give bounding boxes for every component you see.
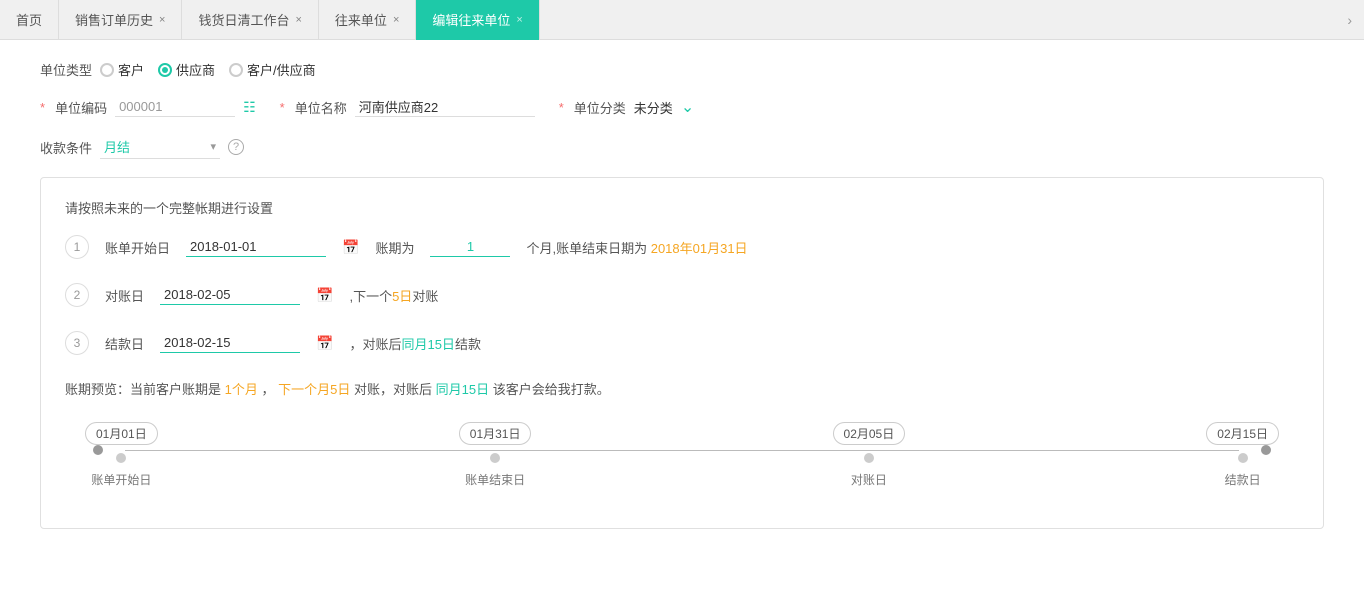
radio-label-customer: 客户 bbox=[118, 60, 144, 79]
unit-type-field: 单位类型 客户 供应商 客户/供应商 bbox=[40, 60, 316, 79]
code-required-star: * bbox=[40, 100, 45, 115]
step-row-2: 2 对账日 📅 ,下一个5日对账 bbox=[65, 283, 1299, 307]
step-label-3: 结款日 bbox=[105, 334, 144, 353]
close-partners[interactable]: × bbox=[393, 14, 399, 26]
tl-label-1: 账单开始日 bbox=[91, 471, 151, 488]
close-sales-history[interactable]: × bbox=[159, 14, 165, 26]
timeline-point-1: 01月01日 账单开始日 bbox=[85, 422, 158, 488]
step1-month-input[interactable] bbox=[430, 237, 510, 257]
timeline-points: 01月01日 账单开始日 01月31日 账单结束日 02月05日 对账 bbox=[85, 422, 1279, 488]
step-row-1: 1 账单开始日 📅 账期为 个月,账单结束日期为 2018年01月31日 bbox=[65, 235, 1299, 259]
category-chevron-icon: ⌄ bbox=[681, 97, 694, 117]
timeline-point-3: 02月05日 对账日 bbox=[833, 422, 906, 488]
code-copy-icon[interactable]: ☷ bbox=[243, 99, 256, 116]
tl-badge-4: 02月15日 bbox=[1206, 422, 1279, 445]
category-field: * 单位分类 未分类 ⌄ bbox=[559, 97, 814, 117]
tl-label-2: 账单结束日 bbox=[465, 471, 525, 488]
payment-label: 收款条件 bbox=[40, 138, 92, 157]
radio-label-both: 客户/供应商 bbox=[247, 60, 316, 79]
tl-dot-1 bbox=[116, 453, 126, 463]
payment-help-icon[interactable]: ? bbox=[228, 139, 244, 155]
code-name-row: * 单位编码 ☷ * 单位名称 * 单位分类 未分类 ⌄ bbox=[40, 97, 1324, 117]
step2-date-input[interactable] bbox=[160, 285, 300, 305]
tab-scroll-arrow[interactable]: › bbox=[1335, 0, 1364, 40]
radio-both[interactable]: 客户/供应商 bbox=[229, 60, 316, 79]
step1-calendar-icon[interactable]: 📅 bbox=[342, 239, 359, 256]
name-input[interactable] bbox=[355, 97, 535, 117]
step1-end-date: 2018年01月31日 bbox=[651, 241, 748, 256]
radio-circle-both bbox=[229, 63, 243, 77]
radio-customer[interactable]: 客户 bbox=[100, 60, 144, 79]
tl-label-3: 对账日 bbox=[851, 471, 887, 488]
step2-desc: ,下一个5日对账 bbox=[349, 286, 438, 305]
tl-label-4: 结款日 bbox=[1225, 471, 1261, 488]
preview-hl1: 1个月 bbox=[225, 382, 258, 397]
radio-label-supplier: 供应商 bbox=[176, 60, 215, 79]
code-input[interactable] bbox=[115, 97, 235, 117]
timeline-wrapper: 01月01日 账单开始日 01月31日 账单结束日 02月05日 对账 bbox=[65, 422, 1299, 508]
step-row-3: 3 结款日 📅 ，对账后同月15日结款 bbox=[65, 331, 1299, 355]
step2-highlight: 5日 bbox=[392, 289, 412, 304]
preview-text: 账期预览：当前客户账期是 1个月 ， 下一个月5日 对账，对账后 同月15日 该… bbox=[65, 379, 1299, 398]
step-label-1: 账单开始日 bbox=[105, 238, 170, 257]
tab-cash-work[interactable]: 钱货日清工作台 × bbox=[182, 0, 318, 40]
name-required-star: * bbox=[280, 100, 285, 115]
radio-circle-supplier bbox=[158, 63, 172, 77]
tl-dot-3 bbox=[864, 453, 874, 463]
payment-field: 收款条件 月结 ▾ ? bbox=[40, 135, 244, 159]
category-select[interactable]: 未分类 ⌄ bbox=[634, 97, 814, 117]
payment-chevron-icon: ▾ bbox=[210, 140, 216, 153]
radio-circle-customer bbox=[100, 63, 114, 77]
page-content: 单位类型 客户 供应商 客户/供应商 * 单位编码 bbox=[0, 40, 1364, 608]
tab-partners[interactable]: 往来单位 × bbox=[319, 0, 416, 40]
timeline-point-2: 01月31日 账单结束日 bbox=[459, 422, 532, 488]
tl-badge-1: 01月01日 bbox=[85, 422, 158, 445]
tl-badge-2: 01月31日 bbox=[459, 422, 532, 445]
step1-mid-text: 账期为 bbox=[375, 238, 414, 257]
step-num-3: 3 bbox=[65, 331, 89, 355]
step3-date-input[interactable] bbox=[160, 333, 300, 353]
payment-value: 月结 bbox=[104, 137, 206, 156]
step1-date-input[interactable] bbox=[186, 237, 326, 257]
step-num-2: 2 bbox=[65, 283, 89, 307]
step3-highlight: 同月15日 bbox=[401, 337, 454, 352]
category-value: 未分类 bbox=[634, 98, 673, 117]
step-label-2: 对账日 bbox=[105, 286, 144, 305]
close-edit-partner[interactable]: × bbox=[516, 14, 522, 26]
unit-type-label: 单位类型 bbox=[40, 60, 92, 79]
tab-bar: 首页 销售订单历史 × 钱货日清工作台 × 往来单位 × 编辑往来单位 × › bbox=[0, 0, 1364, 40]
category-label: 单位分类 bbox=[574, 98, 626, 117]
tl-badge-3: 02月05日 bbox=[833, 422, 906, 445]
step2-calendar-icon[interactable]: 📅 bbox=[316, 287, 333, 304]
preview-hl2: 下一个月5日 bbox=[278, 382, 350, 397]
tab-home[interactable]: 首页 bbox=[0, 0, 59, 40]
section-title: 请按照未来的一个完整帐期进行设置 bbox=[65, 198, 1299, 217]
cat-required-star: * bbox=[559, 100, 564, 115]
step3-calendar-icon[interactable]: 📅 bbox=[316, 335, 333, 352]
tab-edit-partner[interactable]: 编辑往来单位 × bbox=[416, 0, 539, 40]
timeline-point-4: 02月15日 结款日 bbox=[1206, 422, 1279, 488]
tl-dot-2 bbox=[490, 453, 500, 463]
close-cash-work[interactable]: × bbox=[295, 14, 301, 26]
period-settings-section: 请按照未来的一个完整帐期进行设置 1 账单开始日 📅 账期为 个月,账单结束日期… bbox=[40, 177, 1324, 529]
step3-desc: ，对账后同月15日结款 bbox=[349, 334, 481, 353]
code-field: * 单位编码 ☷ bbox=[40, 97, 256, 117]
name-label: 单位名称 bbox=[295, 98, 347, 117]
radio-supplier[interactable]: 供应商 bbox=[158, 60, 215, 79]
name-field: * 单位名称 bbox=[280, 97, 535, 117]
step1-suffix: 个月,账单结束日期为 2018年01月31日 bbox=[526, 238, 747, 257]
payment-row: 收款条件 月结 ▾ ? bbox=[40, 135, 1324, 159]
step-num-1: 1 bbox=[65, 235, 89, 259]
tab-sales-history[interactable]: 销售订单历史 × bbox=[59, 0, 182, 40]
unit-type-radio-group: 客户 供应商 客户/供应商 bbox=[100, 60, 316, 79]
code-label: 单位编码 bbox=[55, 98, 107, 117]
tl-dot-4 bbox=[1238, 453, 1248, 463]
unit-type-row: 单位类型 客户 供应商 客户/供应商 bbox=[40, 60, 1324, 79]
payment-select[interactable]: 月结 ▾ bbox=[100, 135, 220, 159]
preview-hl3: 同月15日 bbox=[436, 382, 489, 397]
